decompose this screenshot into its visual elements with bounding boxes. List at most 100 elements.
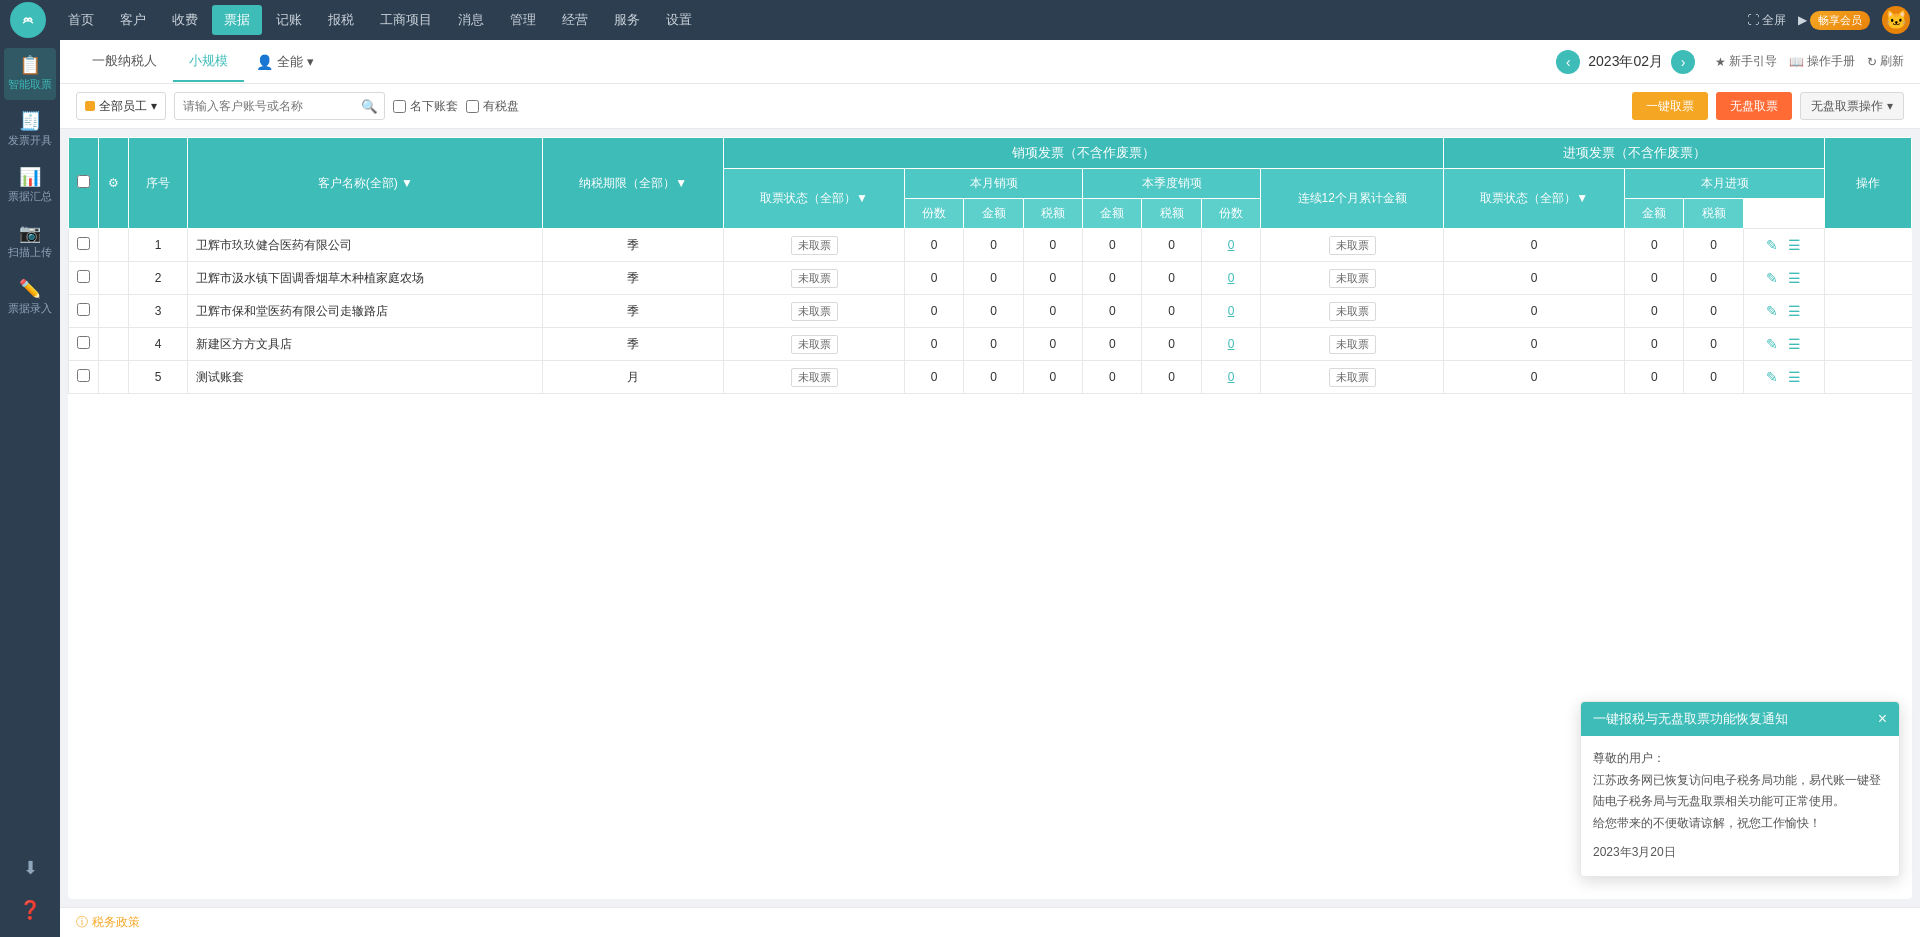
manual-btn[interactable]: 📖 操作手册	[1789, 53, 1855, 70]
employee-filter[interactable]: 全部员工 ▾	[76, 92, 166, 120]
edit-btn[interactable]: ✎	[1764, 268, 1780, 288]
nav-settings[interactable]: 设置	[654, 5, 704, 35]
nav-billing[interactable]: 收费	[160, 5, 210, 35]
row-checkbox[interactable]	[69, 229, 99, 262]
search-button[interactable]: 🔍	[355, 96, 384, 117]
row-checkbox[interactable]	[69, 295, 99, 328]
nav-management[interactable]: 管理	[498, 5, 548, 35]
sidebar-download[interactable]: ⬇	[4, 851, 56, 885]
edit-btn[interactable]: ✎	[1764, 367, 1780, 387]
no-disk-fetch-btn[interactable]: 无盘取票	[1716, 92, 1792, 120]
sidebar-item-summary[interactable]: 📊 票据汇总	[4, 160, 56, 212]
row-checkbox[interactable]	[69, 361, 99, 394]
row-sales-12m: 0	[1201, 295, 1260, 328]
row-actions: ✎ ☰	[1743, 262, 1824, 295]
checkbox-has-disk[interactable]: 有税盘	[466, 98, 519, 115]
app-logo[interactable]	[10, 2, 46, 38]
edit-btn[interactable]: ✎	[1764, 301, 1780, 321]
sidebar-item-smart-fetch[interactable]: 📋 智能取票	[4, 48, 56, 100]
row-purch-m-count: 0	[1444, 361, 1625, 394]
nav-tax[interactable]: 报税	[316, 5, 366, 35]
row-sales-m-tax: 0	[1023, 328, 1082, 361]
checkbox-has-disk-input[interactable]	[466, 100, 479, 113]
detail-btn[interactable]: ☰	[1786, 235, 1803, 255]
summary-icon: 📊	[19, 168, 41, 186]
tab-general[interactable]: 一般纳税人	[76, 42, 173, 82]
member-badge[interactable]: 畅享会员	[1810, 11, 1870, 30]
nav-service[interactable]: 服务	[602, 5, 652, 35]
bottom-bar: ⓘ 税务政策	[60, 907, 1920, 937]
book-icon: 📖	[1789, 55, 1804, 69]
nav-invoices[interactable]: 票据	[212, 5, 262, 35]
next-date-btn[interactable]: ›	[1671, 50, 1695, 74]
checkbox-my-accounts-input[interactable]	[393, 100, 406, 113]
checkbox-my-accounts-label: 名下账套	[410, 98, 458, 115]
settings-icon[interactable]: ⚙	[108, 176, 119, 190]
row-sales-m-count: 0	[904, 361, 963, 394]
row-purch-m-amount: 0	[1625, 295, 1684, 328]
nav-business[interactable]: 工商项目	[368, 5, 444, 35]
row-sales-12m: 0	[1201, 328, 1260, 361]
dropdown-icon: ▾	[151, 99, 157, 113]
member-btn[interactable]: ▶ 畅享会员	[1798, 11, 1870, 30]
tab-all[interactable]: 👤 全能 ▾	[244, 43, 326, 81]
fullscreen-icon: ⛶	[1747, 13, 1759, 27]
no-disk-ops-btn[interactable]: 无盘取票操作 ▾	[1800, 92, 1904, 120]
row-purch-status: 未取票	[1261, 229, 1444, 262]
nav-messages[interactable]: 消息	[446, 5, 496, 35]
row-client: 测试账套	[188, 361, 543, 394]
popup-close-btn[interactable]: ×	[1878, 710, 1887, 728]
col-purch-m-count: 份数	[1201, 199, 1260, 229]
edit-btn[interactable]: ✎	[1764, 235, 1780, 255]
row-sales-m-amount: 0	[964, 295, 1023, 328]
detail-btn[interactable]: ☰	[1786, 334, 1803, 354]
tax-policy-link[interactable]: ⓘ 税务政策	[76, 914, 140, 931]
date-display: 2023年02月	[1588, 53, 1663, 71]
row-settings	[99, 295, 129, 328]
row-sales-m-count: 0	[904, 328, 963, 361]
select-all-checkbox[interactable]	[77, 175, 90, 188]
nav-home[interactable]: 首页	[56, 5, 106, 35]
detail-btn[interactable]: ☰	[1786, 301, 1803, 321]
new-guide-btn[interactable]: ★ 新手引导	[1715, 53, 1777, 70]
row-checkbox[interactable]	[69, 262, 99, 295]
refresh-btn[interactable]: ↻ 刷新	[1867, 53, 1904, 70]
col-purch-status-header: 取票状态（全部）▼	[1444, 169, 1625, 229]
nav-bookkeeping[interactable]: 记账	[264, 5, 314, 35]
row-purch-m-amount: 0	[1625, 328, 1684, 361]
row-sales-m-count: 0	[904, 295, 963, 328]
sub-tabs-bar: 一般纳税人 小规模 👤 全能 ▾ ‹ 2023年02月 › ★ 新手引导 📖 操…	[60, 40, 1920, 84]
row-no: 4	[129, 328, 188, 361]
fullscreen-btn[interactable]: ⛶ 全屏	[1747, 12, 1786, 29]
table-row: 4 新建区方方文具店 季 未取票 0 0 0 0 0 0 未取票 0 0 0 ✎…	[69, 328, 1912, 361]
prev-date-btn[interactable]: ‹	[1556, 50, 1580, 74]
row-sales-12m: 0	[1201, 229, 1260, 262]
popup-body-line1: 尊敬的用户：	[1593, 748, 1887, 770]
table-row: 1 卫辉市玖玖健合医药有限公司 季 未取票 0 0 0 0 0 0 未取票 0 …	[69, 229, 1912, 262]
row-sales-status: 未取票	[724, 229, 905, 262]
tab-small[interactable]: 小规模	[173, 42, 244, 82]
nav-items: 首页 客户 收费 票据 记账 报税 工商项目 消息 管理 经营 服务 设置	[56, 5, 1747, 35]
checkbox-my-accounts[interactable]: 名下账套	[393, 98, 458, 115]
row-settings	[99, 262, 129, 295]
one-click-fetch-btn[interactable]: 一键取票	[1632, 92, 1708, 120]
fullscreen-label: 全屏	[1762, 12, 1786, 29]
user-avatar[interactable]: 🐱	[1882, 6, 1910, 34]
nav-clients[interactable]: 客户	[108, 5, 158, 35]
sidebar-item-entry[interactable]: ✏️ 票据录入	[4, 272, 56, 324]
sidebar-item-issue[interactable]: 🧾 发票开具	[4, 104, 56, 156]
detail-btn[interactable]: ☰	[1786, 367, 1803, 387]
sidebar-item-scan[interactable]: 📷 扫描上传	[4, 216, 56, 268]
row-checkbox[interactable]	[69, 328, 99, 361]
edit-btn[interactable]: ✎	[1764, 334, 1780, 354]
detail-btn[interactable]: ☰	[1786, 268, 1803, 288]
sidebar: 📋 智能取票 🧾 发票开具 📊 票据汇总 📷 扫描上传 ✏️ 票据录入 ⬇ ❓	[0, 40, 60, 937]
row-purch-m-count: 0	[1444, 262, 1625, 295]
row-client: 卫辉市玖玖健合医药有限公司	[188, 229, 543, 262]
sidebar-help[interactable]: ❓	[4, 893, 56, 927]
popup-scroll[interactable]: 尊敬的用户： 江苏政务网已恢复访问电子税务局功能，易代账一键登陆电子税务局与无盘…	[1593, 748, 1887, 864]
search-input[interactable]	[175, 96, 355, 116]
row-purch-status: 未取票	[1261, 361, 1444, 394]
nav-operations[interactable]: 经营	[550, 5, 600, 35]
row-purch-status: 未取票	[1261, 262, 1444, 295]
